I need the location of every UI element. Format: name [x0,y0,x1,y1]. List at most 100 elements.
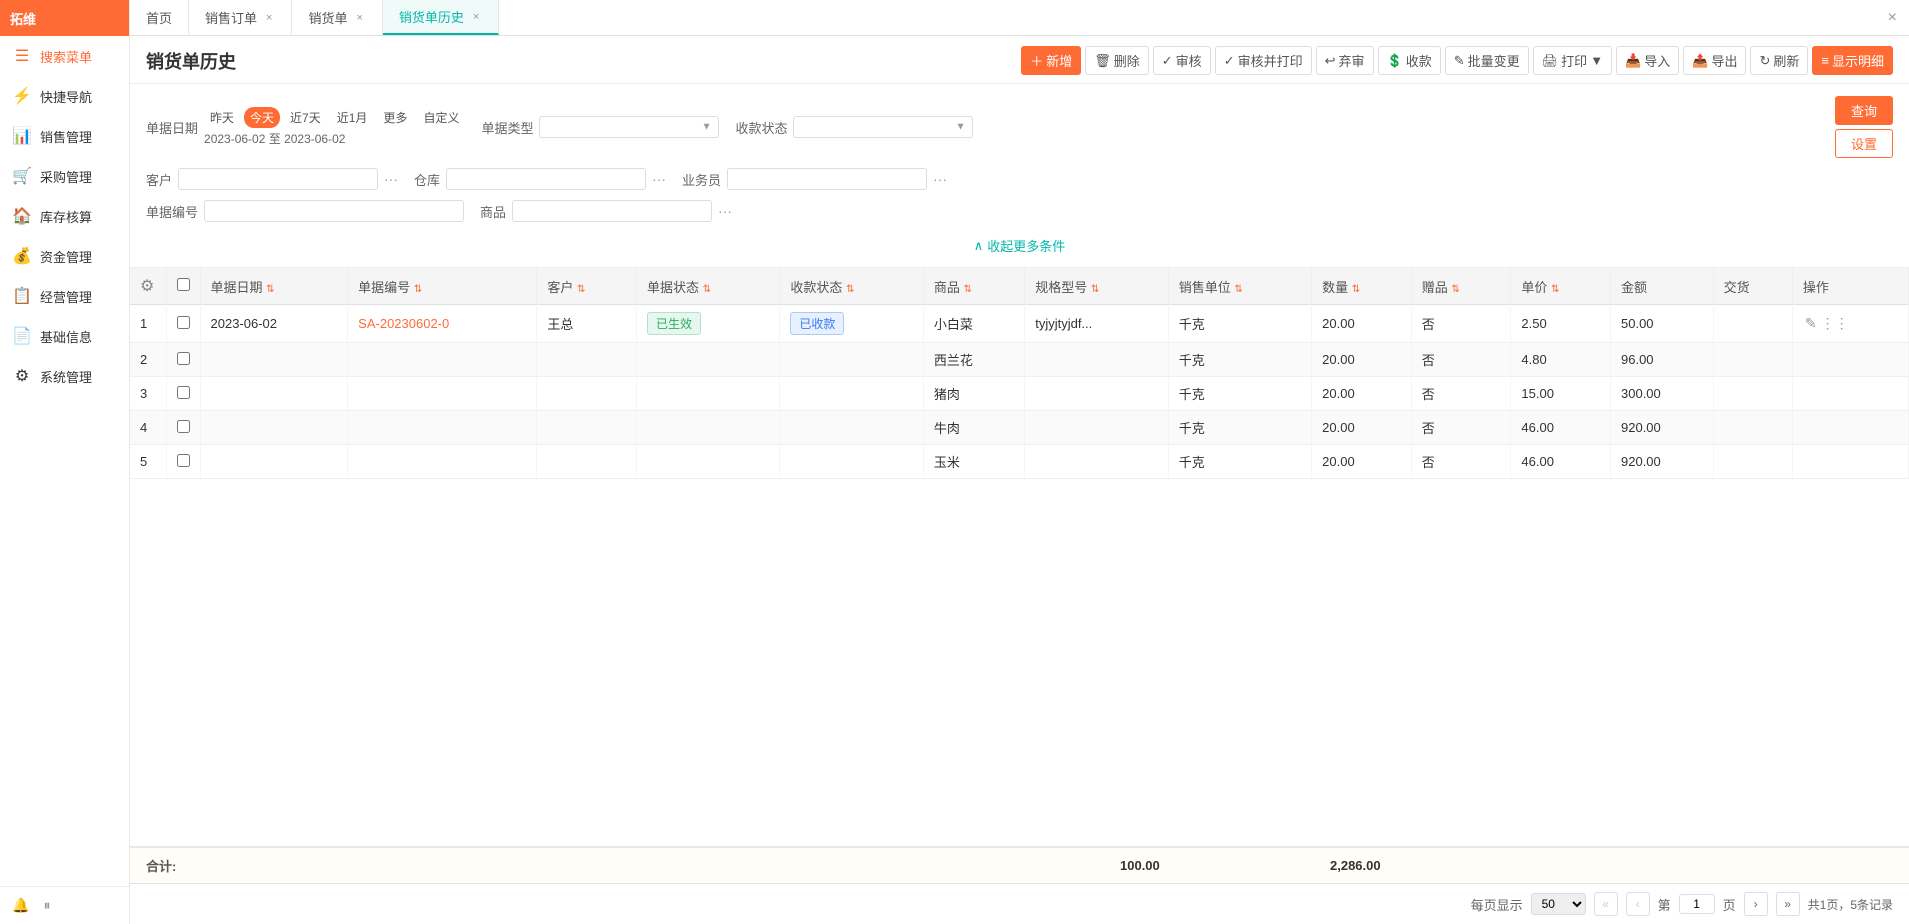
table-row: 2 西兰花 千克 20.00 否 4.80 96.00 [130,343,1909,377]
col-doc-status[interactable]: 单据状态 ⇅ [636,268,779,305]
delete-button[interactable]: 🗑 删除 [1085,46,1149,75]
warehouse-ellipsis[interactable]: ··· [652,171,666,187]
sort-customer-icon: ⇅ [577,284,585,295]
col-qty[interactable]: 数量 ⇅ [1312,268,1412,305]
audit-print-button[interactable]: ✓ 审核并打印 [1215,46,1312,75]
col-price[interactable]: 单价 ⇅ [1511,268,1611,305]
goods-label: 商品 [480,202,506,221]
sort-spec-icon: ⇅ [1091,284,1099,295]
row-checkbox[interactable] [166,343,200,377]
row-qty: 20.00 [1312,343,1412,377]
sidebar-item-quick-nav[interactable]: ⚡ 快捷导航 [0,76,129,116]
page-title: 销货单历史 [146,48,1013,74]
refresh-button[interactable]: ↻ 刷新 [1750,46,1808,75]
date-tab-today[interactable]: 今天 [244,107,280,128]
audit-button[interactable]: ✓ 审核 [1153,46,1211,75]
date-tab-7days[interactable]: 近7天 [284,107,327,128]
col-collect-status[interactable]: 收款状态 ⇅ [780,268,923,305]
col-gift[interactable]: 赠品 ⇅ [1411,268,1511,305]
sidebar-item-finance-mgmt[interactable]: 💰 资金管理 [0,236,129,276]
collect-status-select[interactable] [793,116,973,138]
col-unit[interactable]: 销售单位 ⇅ [1168,268,1311,305]
sidebar-item-sales-mgmt[interactable]: 📊 销售管理 [0,116,129,156]
export-icon: 📤 [1692,53,1708,69]
collect-status-select-wrap[interactable] [793,116,973,138]
row-checkbox[interactable] [166,445,200,479]
page-size-select[interactable]: 50 20 100 [1531,893,1586,915]
window-close-button[interactable]: × [1876,9,1909,27]
print-button[interactable]: 🖨 打印 ▼ [1533,46,1612,75]
page-label: 第 [1658,895,1671,914]
sidebar-item-ops-mgmt[interactable]: 📋 经营管理 [0,276,129,316]
first-page-button[interactable]: « [1594,892,1618,916]
date-tab-custom[interactable]: 自定义 [417,107,465,128]
date-tab-yesterday[interactable]: 昨天 [204,107,240,128]
tab-close-sales-goods[interactable]: × [353,11,365,25]
tab-close-sales-history[interactable]: × [470,10,482,24]
warehouse-input[interactable] [446,168,646,190]
col-settings[interactable]: ⚙ [130,268,166,305]
query-button[interactable]: 查询 [1835,96,1893,125]
more-icon[interactable]: ⋮⋮ [1821,315,1849,331]
doc-no-link[interactable]: SA-20230602-0 [358,316,449,331]
goods-input[interactable] [512,200,712,222]
export-button[interactable]: 📤 导出 [1683,46,1746,75]
row-checkbox[interactable] [166,305,200,343]
customer-ellipsis[interactable]: ··· [384,171,398,187]
row-action [1792,343,1908,377]
edit-icon[interactable]: ✎ [1805,315,1817,331]
tab-sales-goods[interactable]: 销货单 × [292,0,382,35]
collapse-button[interactable]: ∧ 收起更多条件 [146,232,1893,259]
col-goods[interactable]: 商品 ⇅ [923,268,1024,305]
col-doc-no[interactable]: 单据编号 ⇅ [348,268,537,305]
doc-type-select[interactable] [539,116,719,138]
settings-button[interactable]: 设置 [1835,129,1893,158]
row-qty: 20.00 [1312,445,1412,479]
plus-icon: ＋ [1030,51,1043,70]
page-number-input[interactable] [1679,894,1715,914]
notification-icon[interactable]: 🔔 [12,897,29,914]
salesperson-input[interactable] [727,168,927,190]
collect-status-label: 收款状态 [735,118,787,137]
table-settings-icon[interactable]: ⚙ [140,278,154,295]
goods-ellipsis[interactable]: ··· [718,203,732,219]
sidebar-item-inventory[interactable]: 🏠 库存核算 [0,196,129,236]
batch-change-button[interactable]: ✎ 批量变更 [1445,46,1529,75]
tab-close-sales-order[interactable]: × [263,11,275,25]
row-doc-no[interactable]: SA-20230602-0 [348,305,537,343]
row-trade [1713,377,1792,411]
col-doc-date[interactable]: 单据日期 ⇅ [200,268,348,305]
customer-input[interactable] [178,168,378,190]
tab-sales-order[interactable]: 销售订单 × [189,0,292,35]
new-button[interactable]: ＋ 新增 [1021,46,1081,75]
sidebar-item-basic-info[interactable]: 📄 基础信息 [0,316,129,356]
date-value: 2023-06-02 至 2023-06-02 [204,130,465,147]
row-checkbox[interactable] [166,411,200,445]
col-customer[interactable]: 客户 ⇅ [537,268,637,305]
show-detail-button[interactable]: ≡ 显示明细 [1812,46,1893,75]
col-checkbox[interactable] [166,268,200,305]
date-tab-more[interactable]: 更多 [377,107,413,128]
tab-sales-history[interactable]: 销货单历史 × [383,0,499,35]
sidebar-item-purchase-mgmt[interactable]: 🛒 采购管理 [0,156,129,196]
pause-icon[interactable]: ⏸ [43,897,50,914]
sidebar-item-search-menu[interactable]: ☰ 搜索菜单 [0,36,129,76]
row-unit: 千克 [1168,445,1311,479]
detail-icon: ≡ [1821,53,1829,68]
tab-home[interactable]: 首页 [130,0,189,35]
sidebar-item-sys-mgmt[interactable]: ⚙ 系统管理 [0,356,129,396]
row-spec [1025,343,1168,377]
doc-type-select-wrap[interactable] [539,116,719,138]
import-button[interactable]: 📥 导入 [1616,46,1679,75]
select-all-checkbox[interactable] [177,278,190,291]
prev-page-button[interactable]: ‹ [1626,892,1650,916]
docno-input[interactable] [204,200,464,222]
abandon-button[interactable]: ↩ 弃审 [1316,46,1374,75]
salesperson-ellipsis[interactable]: ··· [933,171,947,187]
date-tab-1month[interactable]: 近1月 [331,107,374,128]
next-page-button[interactable]: › [1744,892,1768,916]
row-checkbox[interactable] [166,377,200,411]
collect-button[interactable]: 💲 收款 [1378,46,1441,75]
col-spec[interactable]: 规格型号 ⇅ [1025,268,1168,305]
last-page-button[interactable]: » [1776,892,1800,916]
